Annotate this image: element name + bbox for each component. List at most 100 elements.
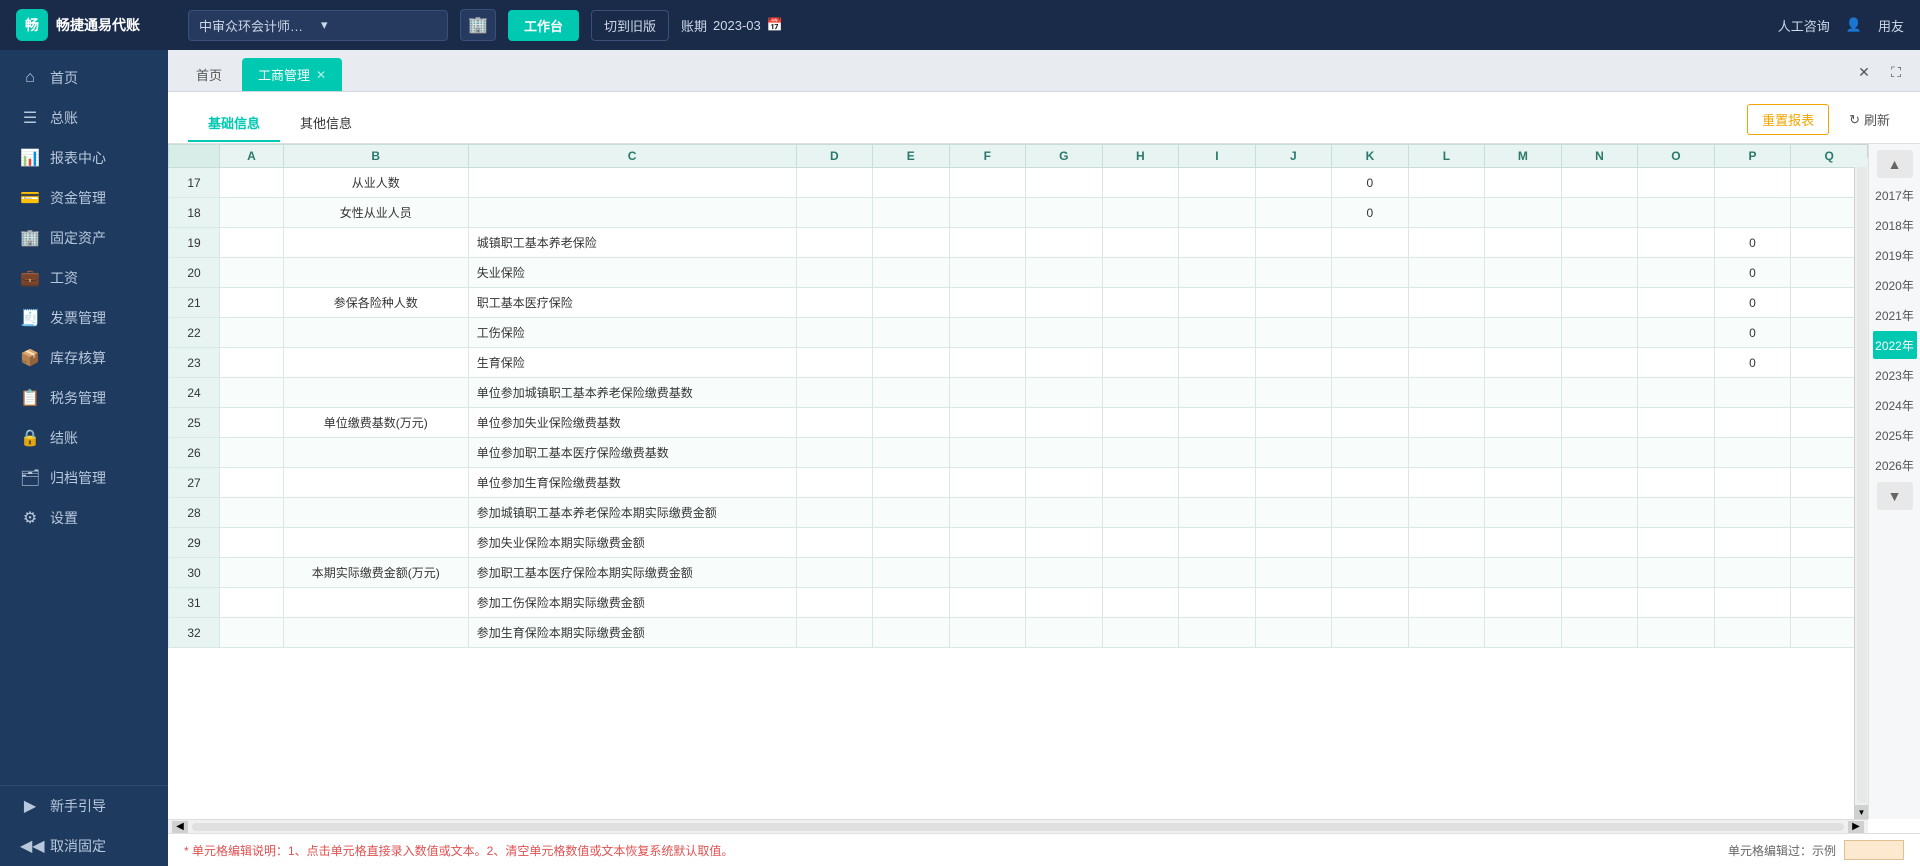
cell-rownum[interactable]: 32 [169,618,220,648]
cell-b[interactable] [283,498,468,528]
cell-empty[interactable] [1485,198,1562,228]
cell-empty[interactable] [1026,288,1103,318]
cell-empty[interactable] [873,408,950,438]
cell-a[interactable] [220,438,284,468]
cell-empty[interactable] [1026,318,1103,348]
cell-empty[interactable] [873,498,950,528]
sidebar-item-guide[interactable]: ▶ 新手引导 [0,786,168,826]
cell-p[interactable] [1714,378,1791,408]
cell-empty[interactable] [1179,588,1256,618]
cell-empty[interactable] [1102,348,1179,378]
cell-empty[interactable] [1638,348,1715,378]
cell-empty[interactable] [1561,528,1638,558]
cell-empty[interactable] [1485,228,1562,258]
cell-k[interactable]: 0 [1332,198,1409,228]
cell-b[interactable] [283,318,468,348]
cell-b[interactable] [283,468,468,498]
sidebar-item-home[interactable]: ⌂ 首页 [0,58,168,98]
user-name[interactable]: 用友 [1878,16,1904,35]
cell-empty[interactable] [1026,348,1103,378]
cell-empty[interactable] [796,288,873,318]
year-2017[interactable]: 2017年 [1873,181,1917,209]
cell-empty[interactable] [1179,558,1256,588]
sidebar-item-settings[interactable]: ⚙ 设置 [0,498,168,538]
cell-empty[interactable] [1255,378,1332,408]
tab-home[interactable]: 首页 [180,58,238,91]
cell-p[interactable] [1714,468,1791,498]
cell-empty[interactable] [1408,258,1485,288]
cell-empty[interactable] [1408,228,1485,258]
cell-empty[interactable] [1408,288,1485,318]
cell-p[interactable] [1714,618,1791,648]
cell-empty[interactable] [1255,468,1332,498]
cell-c[interactable]: 单位参加生育保险缴费基数 [468,468,796,498]
cell-p[interactable] [1714,558,1791,588]
sidebar-item-ledger[interactable]: ☰ 总账 [0,98,168,138]
cell-empty[interactable] [873,468,950,498]
sidebar-item-closing[interactable]: 🔒 结账 [0,418,168,458]
cell-empty[interactable] [1485,288,1562,318]
cell-rownum[interactable]: 31 [169,588,220,618]
cell-p[interactable] [1714,438,1791,468]
sidebar-item-unpin[interactable]: ◀◀ 取消固定 [0,826,168,866]
cell-b[interactable] [283,348,468,378]
cell-rownum[interactable]: 28 [169,498,220,528]
cell-empty[interactable] [949,378,1026,408]
cell-empty[interactable] [1102,258,1179,288]
cell-k[interactable] [1332,228,1409,258]
cell-empty[interactable] [1179,318,1256,348]
cell-empty[interactable] [1408,438,1485,468]
cell-empty[interactable] [1408,318,1485,348]
cell-empty[interactable] [1102,408,1179,438]
cell-c[interactable]: 失业保险 [468,258,796,288]
cell-empty[interactable] [1026,168,1103,198]
company-action-btn[interactable]: 🏢 [460,9,496,41]
year-2024[interactable]: 2024年 [1873,391,1917,419]
cell-empty[interactable] [796,168,873,198]
cell-empty[interactable] [1408,198,1485,228]
cell-empty[interactable] [1026,618,1103,648]
cell-empty[interactable] [1638,378,1715,408]
ai-consult[interactable]: 人工咨询 [1778,16,1830,35]
cell-c[interactable]: 职工基本医疗保险 [468,288,796,318]
cell-empty[interactable] [1255,528,1332,558]
cell-empty[interactable] [1561,498,1638,528]
cell-c[interactable] [468,198,796,228]
cell-k[interactable] [1332,498,1409,528]
cell-empty[interactable] [1255,588,1332,618]
cell-empty[interactable] [796,258,873,288]
cell-c[interactable]: 生育保险 [468,348,796,378]
cell-empty[interactable] [796,378,873,408]
cell-empty[interactable] [796,528,873,558]
cell-empty[interactable] [1102,228,1179,258]
cell-rownum[interactable]: 24 [169,378,220,408]
cell-p[interactable] [1714,198,1791,228]
h-scroll-left[interactable]: ◀ [172,821,188,833]
cell-a[interactable] [220,228,284,258]
cell-k[interactable] [1332,318,1409,348]
cell-a[interactable] [220,528,284,558]
cell-empty[interactable] [1561,228,1638,258]
cell-c[interactable]: 单位参加职工基本医疗保险缴费基数 [468,438,796,468]
cell-empty[interactable] [1102,498,1179,528]
tab-bizmanage[interactable]: 工商管理 ✕ [242,58,342,91]
cell-c[interactable]: 城镇职工基本养老保险 [468,228,796,258]
cell-empty[interactable] [796,348,873,378]
cell-empty[interactable] [1026,558,1103,588]
cell-empty[interactable] [1561,378,1638,408]
cell-empty[interactable] [949,408,1026,438]
cell-empty[interactable] [1102,438,1179,468]
sidebar-item-archive[interactable]: 🗂 归档管理 [0,458,168,498]
cell-c[interactable]: 参加失业保险本期实际缴费金额 [468,528,796,558]
cell-empty[interactable] [873,378,950,408]
cell-empty[interactable] [796,438,873,468]
cell-p[interactable]: 0 [1714,258,1791,288]
cell-empty[interactable] [1561,288,1638,318]
cell-empty[interactable] [1561,408,1638,438]
cell-c[interactable]: 单位参加失业保险缴费基数 [468,408,796,438]
cell-empty[interactable] [1638,558,1715,588]
cell-empty[interactable] [949,618,1026,648]
table-wrapper[interactable]: A B C D E F G H I J K L M [168,144,1868,819]
cell-c[interactable]: 工伤保险 [468,318,796,348]
cell-empty[interactable] [949,288,1026,318]
